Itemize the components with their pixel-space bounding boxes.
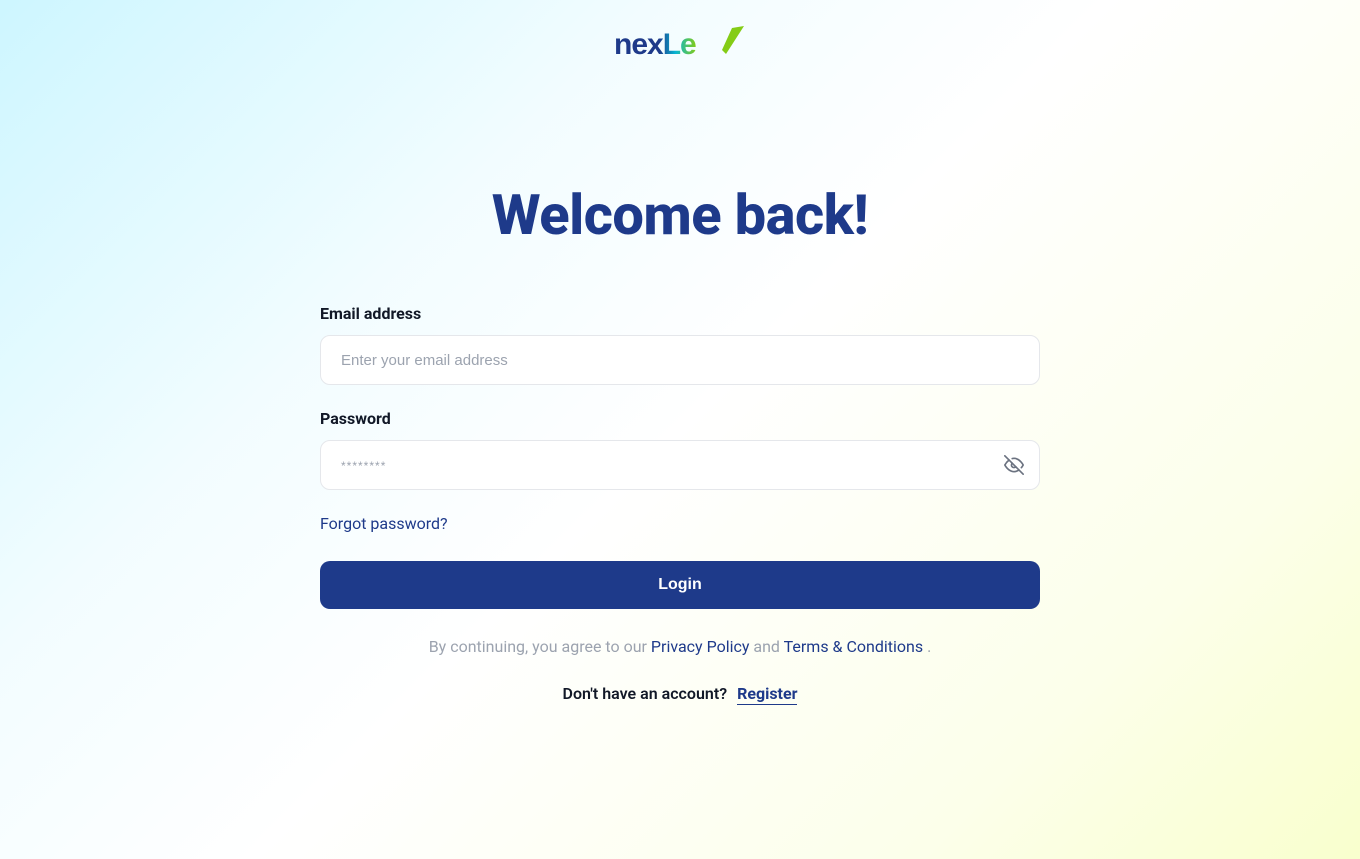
privacy-policy-link[interactable]: Privacy Policy — [651, 637, 750, 656]
consent-text: By continuing, you agree to our Privacy … — [320, 637, 1040, 656]
nexlev-logo-icon: nexLe — [614, 24, 746, 62]
email-field-group: Email address — [320, 304, 1040, 385]
forgot-password-link[interactable]: Forgot password? — [320, 514, 1040, 533]
register-prompt-line: Don't have an account? Register — [320, 684, 1040, 703]
terms-link[interactable]: Terms & Conditions — [784, 637, 924, 656]
eye-off-icon — [1004, 455, 1024, 475]
consent-prefix: By continuing, you agree to our — [429, 637, 651, 656]
email-input[interactable] — [320, 335, 1040, 385]
login-page: nexLe Welcome back! Email address Passwo… — [0, 0, 1360, 703]
register-link[interactable]: Register — [737, 684, 797, 705]
consent-suffix: . — [927, 637, 931, 656]
login-form: Welcome back! Email address Password — [320, 182, 1040, 703]
brand-logo: nexLe — [614, 24, 746, 62]
page-title: Welcome back! — [320, 182, 1040, 248]
login-button[interactable]: Login — [320, 561, 1040, 609]
svg-text:nexLe: nexLe — [614, 28, 696, 61]
email-input-wrap — [320, 335, 1040, 385]
password-label: Password — [320, 409, 1040, 428]
toggle-password-visibility-button[interactable] — [1002, 453, 1026, 477]
password-field-group: Password — [320, 409, 1040, 490]
password-input-wrap — [320, 440, 1040, 490]
email-label: Email address — [320, 304, 1040, 323]
consent-and: and — [753, 637, 783, 656]
register-prompt-text: Don't have an account? — [563, 684, 728, 703]
password-input[interactable] — [320, 440, 1040, 490]
